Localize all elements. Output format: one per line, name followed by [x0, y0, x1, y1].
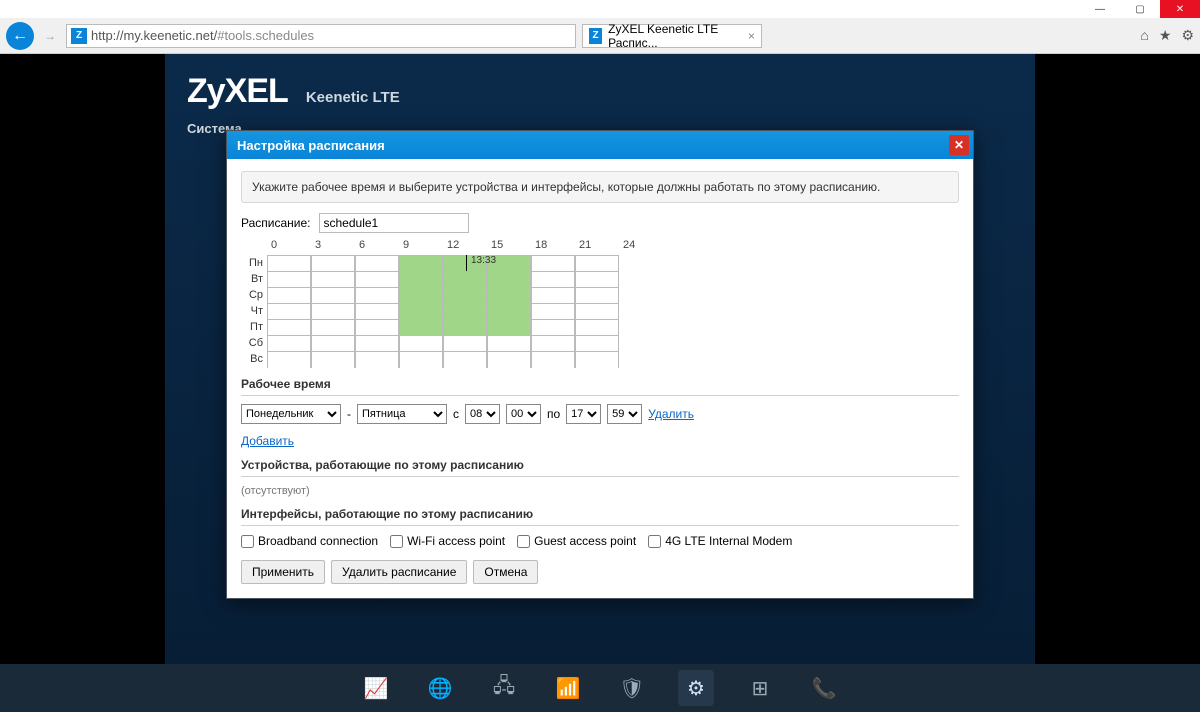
day-label: Ср: [241, 289, 267, 301]
iface-4glte[interactable]: 4G LTE Internal Modem: [648, 534, 792, 548]
iface-4glte-checkbox[interactable]: [648, 535, 661, 548]
tab-favicon-icon: Z: [589, 28, 602, 44]
browser-tab[interactable]: Z ZyXEL Keenetic LTE Распис... ×: [582, 24, 762, 48]
nav-phone-icon[interactable]: 📞: [806, 670, 842, 706]
hour-to-select[interactable]: 17: [566, 404, 601, 424]
day-label: Сб: [241, 337, 267, 349]
schedule-name-input[interactable]: [319, 213, 469, 233]
address-bar[interactable]: Z http://my.keenetic.net/#tools.schedule…: [66, 24, 576, 48]
brand-model: Keenetic LTE: [306, 89, 400, 106]
minute-from-select[interactable]: 00: [506, 404, 541, 424]
browser-right-icons: ⌂ ★ ⚙: [1140, 27, 1194, 44]
schedule-name-label: Расписание:: [241, 216, 311, 230]
gear-icon[interactable]: ⚙: [1181, 27, 1194, 44]
iface-guest-checkbox[interactable]: [517, 535, 530, 548]
current-time-line: [466, 255, 467, 271]
day-label: Вс: [241, 353, 267, 365]
iface-guest[interactable]: Guest access point: [517, 534, 636, 548]
iface-broadband-checkbox[interactable]: [241, 535, 254, 548]
day-from-select[interactable]: Понедельник: [241, 404, 341, 424]
bottom-nav: 📈 🌐 🖧 📶 🛡 ⚙ ⊞ 📞: [0, 664, 1200, 712]
browser-back-button[interactable]: ←: [6, 22, 34, 50]
dialog-titlebar: Настройка расписания ✕: [227, 131, 973, 159]
dialog-close-button[interactable]: ✕: [949, 135, 969, 155]
nav-settings-icon[interactable]: ⚙: [678, 670, 714, 706]
dialog-title: Настройка расписания: [237, 138, 385, 153]
delete-schedule-button[interactable]: Удалить расписание: [331, 560, 467, 584]
instruction-text: Укажите рабочее время и выберите устройс…: [241, 171, 959, 203]
schedule-grid[interactable]: Пн Вт Ср Чт Пт Сб Вс 13:33: [241, 255, 959, 367]
day-to-select[interactable]: Пятница: [357, 404, 447, 424]
day-label: Вт: [241, 273, 267, 285]
site-favicon-icon: Z: [71, 28, 87, 44]
delete-range-link[interactable]: Удалить: [648, 407, 694, 421]
browser-forward-button[interactable]: →: [40, 26, 60, 46]
home-icon[interactable]: ⌂: [1140, 27, 1148, 44]
window-maximize-button[interactable]: ▢: [1120, 0, 1160, 18]
nav-network-icon[interactable]: 🖧: [486, 670, 522, 706]
nav-signal-icon[interactable]: 📶: [550, 670, 586, 706]
iface-wifi[interactable]: Wi-Fi access point: [390, 534, 505, 548]
day-label: Пт: [241, 321, 267, 333]
schedule-settings-dialog: Настройка расписания ✕ Укажите рабочее в…: [226, 130, 974, 599]
hour-from-select[interactable]: 08: [465, 404, 500, 424]
url-text: http://my.keenetic.net/#tools.schedules: [91, 28, 314, 43]
time-range-row: Понедельник - Пятница с 08 00 по 17 59 У…: [241, 404, 959, 424]
interfaces-header: Интерфейсы, работающие по этому расписан…: [241, 507, 959, 526]
work-time-header: Рабочее время: [241, 377, 959, 396]
browser-toolbar: ← → Z http://my.keenetic.net/#tools.sche…: [0, 18, 1200, 54]
tab-title: ZyXEL Keenetic LTE Распис...: [608, 22, 742, 50]
current-time-label: 13:33: [471, 255, 496, 266]
window-close-button[interactable]: ✕: [1160, 0, 1200, 18]
apply-button[interactable]: Применить: [241, 560, 325, 584]
add-range-link[interactable]: Добавить: [241, 434, 294, 448]
devices-absent: (отсутствуют): [241, 485, 959, 497]
tab-close-button[interactable]: ×: [748, 29, 755, 43]
devices-header: Устройства, работающие по этому расписан…: [241, 458, 959, 477]
day-label: Пн: [241, 257, 267, 269]
nav-shield-icon[interactable]: 🛡: [614, 670, 650, 706]
iface-wifi-checkbox[interactable]: [390, 535, 403, 548]
star-icon[interactable]: ★: [1159, 27, 1172, 44]
day-label: Чт: [241, 305, 267, 317]
window-minimize-button[interactable]: —: [1080, 0, 1120, 18]
nav-apps-icon[interactable]: ⊞: [742, 670, 778, 706]
hour-axis: 0 3 6 9 12 15 18 21 24: [271, 239, 959, 255]
minute-to-select[interactable]: 59: [607, 404, 642, 424]
brand-logo: ZyXEL: [187, 72, 288, 111]
cancel-button[interactable]: Отмена: [473, 560, 538, 584]
window-titlebar: — ▢ ✕: [0, 0, 1200, 18]
iface-broadband[interactable]: Broadband connection: [241, 534, 378, 548]
nav-globe-icon[interactable]: 🌐: [422, 670, 458, 706]
nav-monitor-icon[interactable]: 📈: [358, 670, 394, 706]
